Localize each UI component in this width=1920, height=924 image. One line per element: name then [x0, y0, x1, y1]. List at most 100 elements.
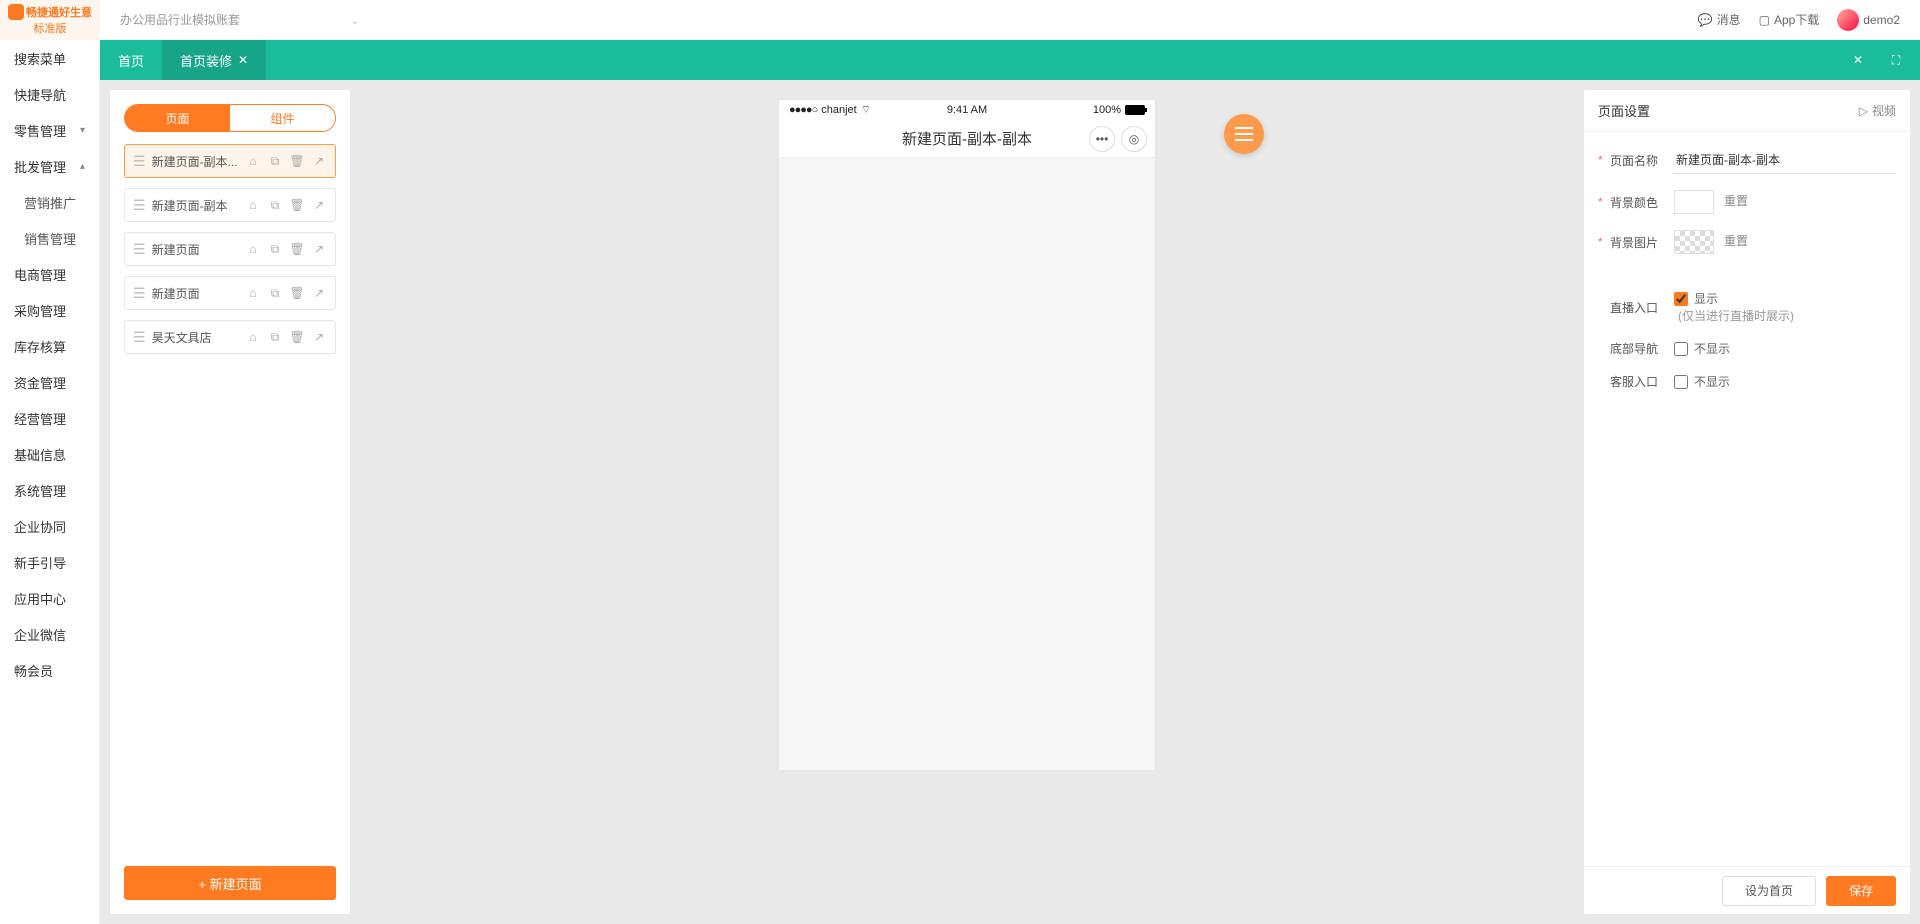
tab-home[interactable]: 首页 [100, 40, 162, 80]
label-page-name: 页面名称 [1610, 152, 1674, 169]
sidebar-item-sales[interactable]: 销售管理 [0, 220, 99, 256]
live-checkbox[interactable]: 显示 [1674, 290, 1896, 307]
new-page-button[interactable]: + 新建页面 [124, 866, 336, 900]
app-download-label: App下载 [1774, 11, 1819, 28]
home-icon[interactable]: ⌂ [245, 197, 261, 213]
share-icon[interactable]: ↗ [311, 285, 327, 301]
delete-icon[interactable]: 🗑 [289, 153, 305, 169]
sidebar-item-retail[interactable]: 零售管理▾ [0, 112, 99, 148]
share-icon[interactable]: ↗ [311, 153, 327, 169]
panel-title: 页面设置 [1598, 101, 1650, 120]
sidebar-item-inventory[interactable]: 库存核算 [0, 328, 99, 364]
messages-link[interactable]: 💬消息 [1698, 11, 1741, 28]
drag-handle-icon[interactable]: ☰ [133, 285, 146, 302]
phone-time: 9:41 AM [779, 104, 1155, 116]
share-icon[interactable]: ↗ [311, 241, 327, 257]
drag-handle-icon[interactable]: ☰ [133, 197, 146, 214]
fullscreen-icon[interactable]: ⛶ [1882, 46, 1910, 74]
right-panel: 页面设置 ▷视频 *页面名称 *背景颜色 重置 *背景图片 [1584, 90, 1910, 914]
fab-menu[interactable] [1224, 114, 1264, 154]
page-item[interactable]: ☰ 新建页面-副本... ⌂ ⧉ 🗑 ↗ [124, 144, 336, 178]
bgimage-swatch[interactable] [1674, 230, 1714, 254]
page-item[interactable]: ☰ 昊天文具店 ⌂ ⧉ 🗑 ↗ [124, 320, 336, 354]
bgimage-reset[interactable]: 重置 [1724, 234, 1748, 248]
video-help-link[interactable]: ▷视频 [1859, 102, 1896, 119]
more-icon[interactable]: ••• [1089, 126, 1115, 152]
copy-icon[interactable]: ⧉ [267, 197, 283, 213]
home-icon[interactable]: ⌂ [245, 153, 261, 169]
bgcolor-swatch[interactable] [1674, 190, 1714, 214]
cs-checkbox[interactable]: 不显示 [1674, 373, 1896, 390]
page-item[interactable]: ☰ 新建页面 ⌂ ⧉ 🗑 ↗ [124, 276, 336, 310]
label-bottomnav: 底部导航 [1610, 340, 1674, 357]
page-item[interactable]: ☰ 新建页面 ⌂ ⧉ 🗑 ↗ [124, 232, 336, 266]
segment-control: 页面 组件 [124, 104, 336, 132]
close-icon[interactable]: ✕ [238, 53, 248, 67]
drag-handle-icon[interactable]: ☰ [133, 153, 146, 170]
bottomnav-checkbox[interactable]: 不显示 [1674, 340, 1896, 357]
set-home-button[interactable]: 设为首页 [1722, 876, 1816, 906]
sidebar-item-basic[interactable]: 基础信息 [0, 436, 99, 472]
page-item-title: 新建页面-副本... [152, 153, 239, 170]
home-icon[interactable]: ⌂ [245, 285, 261, 301]
account-name: 办公用品行业模拟账套 [120, 11, 240, 28]
topbar: 畅捷通好生意 标准版 办公用品行业模拟账套 ⌄ 💬消息 ▢App下载 demo2 [0, 0, 1920, 40]
logo-icon [8, 4, 24, 20]
tab-bar: 首页 首页装修✕ ✕ ⛶ [100, 40, 1920, 80]
chevron-down-icon: ⌄ [350, 13, 360, 27]
sidebar-item-funds[interactable]: 资金管理 [0, 364, 99, 400]
delete-icon[interactable]: 🗑 [289, 241, 305, 257]
home-icon[interactable]: ⌂ [245, 329, 261, 345]
sidebar-item-wholesale[interactable]: 批发管理▴ [0, 148, 99, 184]
copy-icon[interactable]: ⧉ [267, 285, 283, 301]
tab-decoration[interactable]: 首页装修✕ [162, 40, 266, 80]
sidebar: 搜索菜单 快捷导航 零售管理▾ 批发管理▴ 营销推广 销售管理 电商管理 采购管… [0, 40, 100, 924]
app-download-link[interactable]: ▢App下载 [1759, 11, 1820, 28]
sidebar-item-member[interactable]: 畅会员 [0, 652, 99, 688]
left-panel: 页面 组件 ☰ 新建页面-副本... ⌂ ⧉ 🗑 ↗ ☰ [110, 90, 350, 914]
page-item-title: 昊天文具店 [152, 329, 239, 346]
phone-title: 新建页面-副本-副本 [902, 128, 1032, 149]
sidebar-item-ecommerce[interactable]: 电商管理 [0, 256, 99, 292]
logo: 畅捷通好生意 标准版 [0, 0, 100, 40]
sidebar-item-collab[interactable]: 企业协同 [0, 508, 99, 544]
sidebar-item-wechat[interactable]: 企业微信 [0, 616, 99, 652]
share-icon[interactable]: ↗ [311, 197, 327, 213]
seg-page[interactable]: 页面 [125, 105, 230, 131]
sidebar-item-purchase[interactable]: 采购管理 [0, 292, 99, 328]
sidebar-item-search[interactable]: 搜索菜单 [0, 40, 99, 76]
delete-icon[interactable]: 🗑 [289, 197, 305, 213]
page-item[interactable]: ☰ 新建页面-副本 ⌂ ⧉ 🗑 ↗ [124, 188, 336, 222]
sidebar-item-operation[interactable]: 经营管理 [0, 400, 99, 436]
target-icon[interactable]: ◎ [1121, 126, 1147, 152]
delete-icon[interactable]: 🗑 [289, 329, 305, 345]
save-button[interactable]: 保存 [1826, 876, 1896, 906]
seg-component[interactable]: 组件 [230, 105, 335, 131]
sidebar-item-marketing[interactable]: 营销推广 [0, 184, 99, 220]
delete-icon[interactable]: 🗑 [289, 285, 305, 301]
phone-preview: ●●●●○chanjet⌔ 9:41 AM 100% 新建页面-副本-副本 ••… [779, 100, 1155, 770]
sidebar-item-apps[interactable]: 应用中心 [0, 580, 99, 616]
copy-icon[interactable]: ⧉ [267, 153, 283, 169]
account-selector[interactable]: 办公用品行业模拟账套 ⌄ [120, 11, 360, 28]
home-icon[interactable]: ⌂ [245, 241, 261, 257]
drag-handle-icon[interactable]: ☰ [133, 329, 146, 346]
tab-close-all[interactable]: ✕ [1844, 46, 1872, 74]
sidebar-item-system[interactable]: 系统管理 [0, 472, 99, 508]
label-live: 直播入口 [1610, 299, 1674, 316]
battery-icon [1125, 105, 1145, 115]
play-icon: ▷ [1859, 104, 1868, 118]
label-bgcolor: 背景颜色 [1610, 194, 1674, 211]
brand-name: 畅捷通好生意 [26, 4, 92, 20]
copy-icon[interactable]: ⧉ [267, 329, 283, 345]
caret-up-icon: ▴ [80, 161, 85, 172]
sidebar-item-guide[interactable]: 新手引导 [0, 544, 99, 580]
page-name-input[interactable] [1674, 146, 1896, 174]
user-menu[interactable]: demo2 [1837, 9, 1900, 31]
sidebar-item-quicknav[interactable]: 快捷导航 [0, 76, 99, 112]
bgcolor-reset[interactable]: 重置 [1724, 194, 1748, 208]
copy-icon[interactable]: ⧉ [267, 241, 283, 257]
drag-handle-icon[interactable]: ☰ [133, 241, 146, 258]
share-icon[interactable]: ↗ [311, 329, 327, 345]
edition-label: 标准版 [34, 20, 67, 36]
